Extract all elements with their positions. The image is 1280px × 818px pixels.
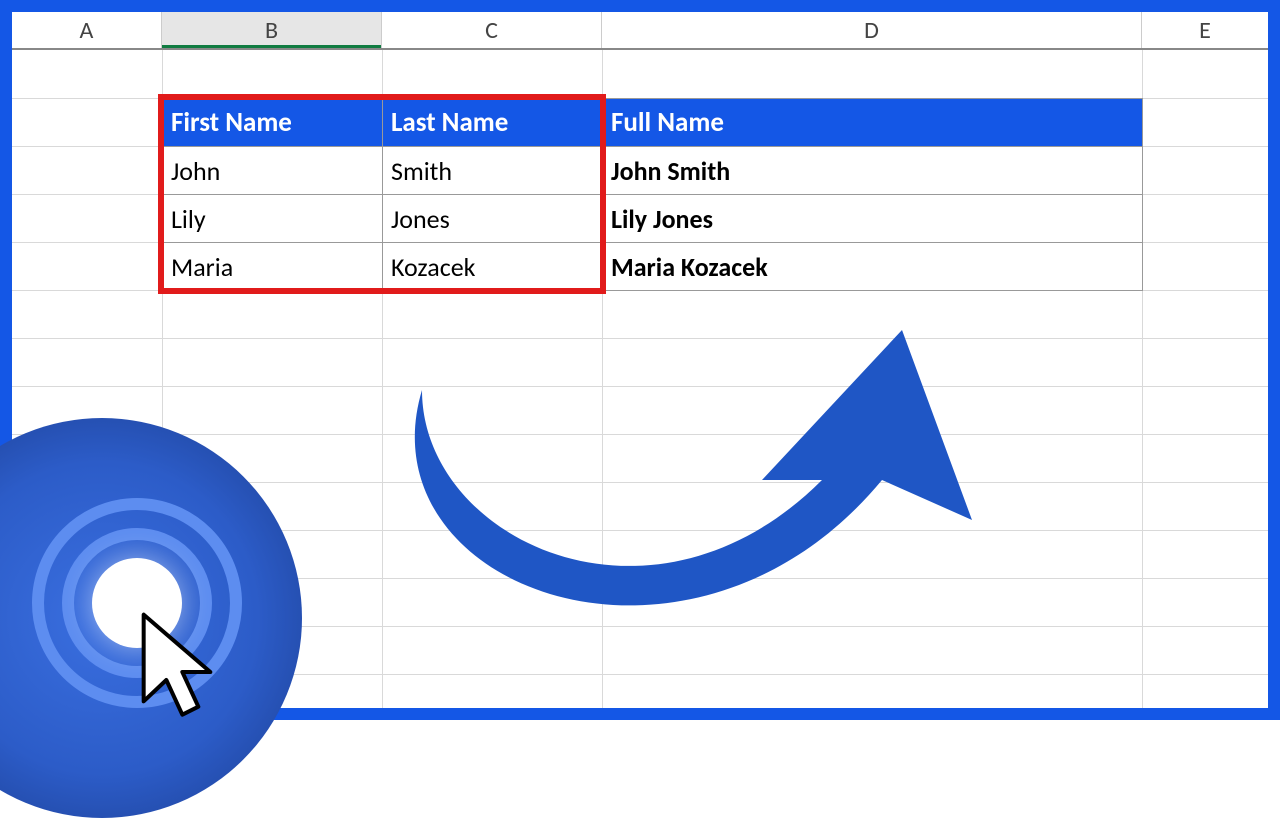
data-table-wrap: First Name Last Name Full Name John Smit… xyxy=(162,98,1143,291)
cell-last-name[interactable]: Kozacek xyxy=(383,243,603,291)
header-full-name[interactable]: Full Name xyxy=(603,99,1143,147)
cell-first-name[interactable]: Lily xyxy=(163,195,383,243)
spreadsheet[interactable]: A B C D E First xyxy=(12,12,1268,708)
header-first-name[interactable]: First Name xyxy=(163,99,383,147)
col-header-B[interactable]: B xyxy=(162,12,382,48)
col-header-D[interactable]: D xyxy=(602,12,1142,48)
col-header-E[interactable]: E xyxy=(1142,12,1268,48)
grid-area[interactable]: First Name Last Name Full Name John Smit… xyxy=(12,50,1268,708)
cell-full-name[interactable]: Maria Kozacek xyxy=(603,243,1143,291)
table-row: Lily Jones Lily Jones xyxy=(163,195,1143,243)
col-header-A[interactable]: A xyxy=(12,12,162,48)
table-row: Maria Kozacek Maria Kozacek xyxy=(163,243,1143,291)
cell-last-name[interactable]: Jones xyxy=(383,195,603,243)
cell-first-name[interactable]: Maria xyxy=(163,243,383,291)
cell-last-name[interactable]: Smith xyxy=(383,147,603,195)
table-row: John Smith John Smith xyxy=(163,147,1143,195)
channel-logo xyxy=(0,418,302,818)
cell-full-name[interactable]: Lily Jones xyxy=(603,195,1143,243)
header-last-name[interactable]: Last Name xyxy=(383,99,603,147)
cell-first-name[interactable]: John xyxy=(163,147,383,195)
col-header-C[interactable]: C xyxy=(382,12,602,48)
swoosh-arrow-icon xyxy=(362,330,982,630)
table-header-row: First Name Last Name Full Name xyxy=(163,99,1143,147)
cell-full-name[interactable]: John Smith xyxy=(603,147,1143,195)
cursor-icon xyxy=(132,608,222,728)
column-header-row: A B C D E xyxy=(12,12,1268,50)
data-table: First Name Last Name Full Name John Smit… xyxy=(162,98,1143,291)
